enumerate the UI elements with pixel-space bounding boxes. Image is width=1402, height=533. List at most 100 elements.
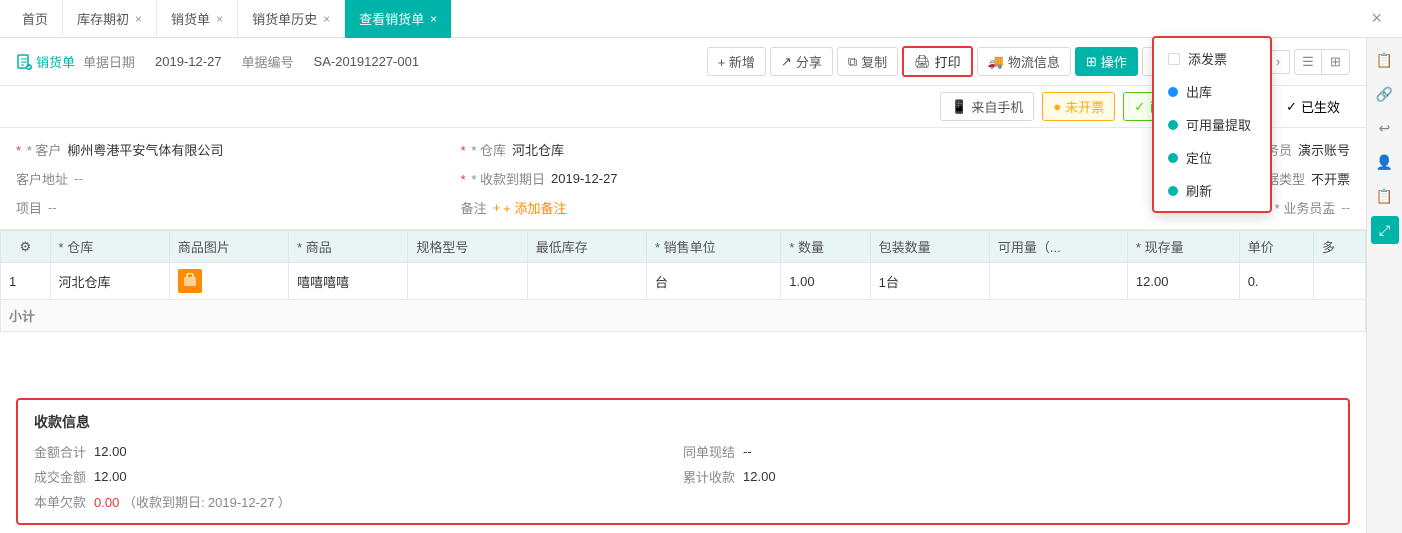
same-order-value: -- bbox=[743, 444, 752, 459]
col-stock: * 现存量 bbox=[1127, 231, 1239, 263]
col-available: 可用量（... bbox=[989, 231, 1127, 263]
customer-field: * * 客户 柳州粤港平安气体有限公司 bbox=[16, 140, 461, 159]
sidebar-back-icon[interactable]: ↩ bbox=[1371, 114, 1399, 142]
effective-button[interactable]: ✓ 已生效 bbox=[1276, 93, 1350, 120]
close-view-sales-order[interactable]: × bbox=[430, 12, 437, 26]
summary-grid: 金额合计 12.00 同单现结 -- 成交金额 12.00 累计收款 12.00… bbox=[34, 442, 1332, 511]
col-warehouse: * 仓库 bbox=[50, 231, 169, 263]
col-settings[interactable]: ⚙ bbox=[1, 231, 51, 263]
address-value: -- bbox=[74, 171, 83, 186]
form-row-1: * * 客户 柳州粤港平安气体有限公司 * * 仓库 河北仓库 业务员 演示账号 bbox=[16, 140, 1350, 159]
sidebar-user-icon[interactable]: 👤 bbox=[1371, 148, 1399, 176]
new-button[interactable]: + 新增 bbox=[707, 47, 766, 76]
warehouse-field: * * 仓库 河北仓库 bbox=[461, 140, 906, 159]
col-qty: * 数量 bbox=[781, 231, 870, 263]
tab-bar: 首页 库存期初 × 销货单 × 销货单历史 × 查看销货单 × × bbox=[0, 0, 1402, 38]
due-date-field: * * 收款到期日 2019-12-27 bbox=[461, 169, 906, 188]
list-view-button[interactable]: ☰ bbox=[1294, 49, 1322, 75]
number-label: 单据编号 bbox=[242, 52, 294, 71]
col-product-img: 商品图片 bbox=[169, 231, 288, 263]
subtotal-row: 小计 bbox=[1, 300, 1366, 332]
col-model: 规格型号 bbox=[408, 231, 527, 263]
cell-stock: 12.00 bbox=[1127, 263, 1239, 300]
dropdown-warehouse-out[interactable]: 出库 bbox=[1154, 75, 1270, 108]
customer-value: 柳州粤港平安气体有限公司 bbox=[67, 140, 223, 159]
effective-check-icon: ✓ bbox=[1286, 99, 1297, 115]
settings-icon: ⚙ bbox=[19, 239, 31, 254]
ops-button[interactable]: ⊞ 操作 bbox=[1075, 47, 1138, 76]
tab-sales-order[interactable]: 销货单 × bbox=[157, 0, 238, 38]
cell-unit-price: 0. bbox=[1239, 263, 1313, 300]
plus-icon: + bbox=[493, 200, 501, 215]
cell-more bbox=[1314, 263, 1366, 300]
logistics-button[interactable]: 🚚 物流信息 bbox=[977, 47, 1071, 76]
close-inventory-init[interactable]: × bbox=[135, 12, 142, 26]
sidebar-link-icon[interactable]: 🔗 bbox=[1371, 80, 1399, 108]
tab-home[interactable]: 首页 bbox=[8, 0, 63, 38]
same-order-item: 同单现结 -- bbox=[683, 442, 1332, 461]
table-wrapper: ⚙ * 仓库 商品图片 * 商品 规格型号 最低库存 * 销售单位 * 数量 包… bbox=[0, 230, 1366, 390]
number-value: SA-20191227-001 bbox=[314, 54, 420, 69]
tab-view-sales-order[interactable]: 查看销货单 × bbox=[345, 0, 452, 38]
close-sales-history[interactable]: × bbox=[323, 12, 330, 26]
col-product: * 商品 bbox=[289, 231, 408, 263]
address-field: 客户地址 -- bbox=[16, 169, 461, 188]
cumulative-receipt-value: 12.00 bbox=[743, 469, 776, 484]
ticket-value: 不开票 bbox=[1311, 169, 1350, 188]
date-label: 单据日期 bbox=[83, 52, 135, 71]
window-close-button[interactable]: × bbox=[1359, 8, 1394, 29]
date-value: 2019-12-27 bbox=[155, 54, 222, 69]
form-row-3: 项目 -- 备注 + + 添加备注 * * 业务员盂 -- bbox=[16, 198, 1350, 217]
right-sidebar: 📋 🔗 ↩ 👤 📋 ⤢ bbox=[1366, 38, 1402, 533]
subtotal-label: 小计 bbox=[1, 300, 1366, 332]
summary-title: 收款信息 bbox=[34, 412, 1332, 432]
due-date-value: 2019-12-27 bbox=[551, 171, 618, 186]
share-button[interactable]: ↗ 分享 bbox=[770, 47, 833, 76]
total-amount-item: 金额合计 12.00 bbox=[34, 442, 683, 461]
cell-pack-qty: 1台 bbox=[870, 263, 989, 300]
salesperson-field: * * 业务员盂 -- bbox=[905, 198, 1350, 217]
dot-teal-icon-2 bbox=[1168, 153, 1178, 163]
summary-panel: 收款信息 金额合计 12.00 同单现结 -- 成交金额 12.00 累计收款 … bbox=[16, 398, 1350, 525]
current-owed-value: 0.00 （收款到期日: 2019-12-27 ） bbox=[94, 492, 291, 511]
col-pack-qty: 包装数量 bbox=[870, 231, 989, 263]
print-button[interactable]: 🖨 打印 bbox=[902, 46, 973, 77]
tab-sales-history[interactable]: 销货单历史 × bbox=[238, 0, 345, 38]
cell-row-num: 1 bbox=[1, 263, 51, 300]
col-unit: * 销售单位 bbox=[647, 231, 781, 263]
copy-icon: ⧉ bbox=[848, 54, 857, 70]
sidebar-doc-icon[interactable]: 📋 bbox=[1371, 182, 1399, 210]
dot-teal-icon-1 bbox=[1168, 120, 1178, 130]
close-sales-order[interactable]: × bbox=[216, 12, 223, 26]
phone-icon: 📱 bbox=[951, 99, 967, 115]
cumulative-receipt-item: 累计收款 12.00 bbox=[683, 467, 1332, 486]
dropdown-available-pickup[interactable]: 可用量提取 bbox=[1154, 108, 1270, 141]
sidebar-copy-icon[interactable]: 📋 bbox=[1371, 46, 1399, 74]
col-min-stock: 最低库存 bbox=[527, 231, 646, 263]
checkbox-icon bbox=[1168, 53, 1180, 65]
share-icon: ↗ bbox=[781, 54, 792, 70]
copy-button[interactable]: ⧉ 复制 bbox=[837, 47, 898, 76]
ops-dropdown: 添发票 出库 可用量提取 定位 刷新 bbox=[1152, 36, 1272, 213]
circle-icon: ● bbox=[1053, 99, 1061, 114]
not-open-button[interactable]: ● 未开票 bbox=[1042, 92, 1115, 121]
grid-view-button[interactable]: ⊞ bbox=[1322, 49, 1350, 75]
check-icon: ✓ bbox=[1134, 99, 1145, 115]
sidebar-expand-icon[interactable]: ⤢ bbox=[1371, 216, 1399, 244]
product-image bbox=[178, 269, 202, 293]
from-phone-button[interactable]: 📱 来自手机 bbox=[940, 92, 1034, 121]
grid-icon: ⊞ bbox=[1086, 54, 1097, 70]
doc-icon: 销货单 bbox=[16, 52, 75, 71]
add-remark-button[interactable]: + + 添加备注 bbox=[493, 198, 567, 217]
employee-value: 演示账号 bbox=[1298, 140, 1350, 159]
col-unit-price: 单价 bbox=[1239, 231, 1313, 263]
tab-inventory-init[interactable]: 库存期初 × bbox=[63, 0, 157, 38]
cell-product: 嘻嘻嘻嘻 bbox=[289, 263, 408, 300]
cell-model bbox=[408, 263, 527, 300]
doc-meta: 单据日期 2019-12-27 单据编号 SA-20191227-001 bbox=[83, 52, 707, 71]
cell-qty: 1.00 bbox=[781, 263, 870, 300]
transaction-amount-value: 12.00 bbox=[94, 469, 127, 484]
dropdown-locate[interactable]: 定位 bbox=[1154, 141, 1270, 174]
dropdown-add-invoice[interactable]: 添发票 bbox=[1154, 42, 1270, 75]
dropdown-refresh[interactable]: 刷新 bbox=[1154, 174, 1270, 207]
